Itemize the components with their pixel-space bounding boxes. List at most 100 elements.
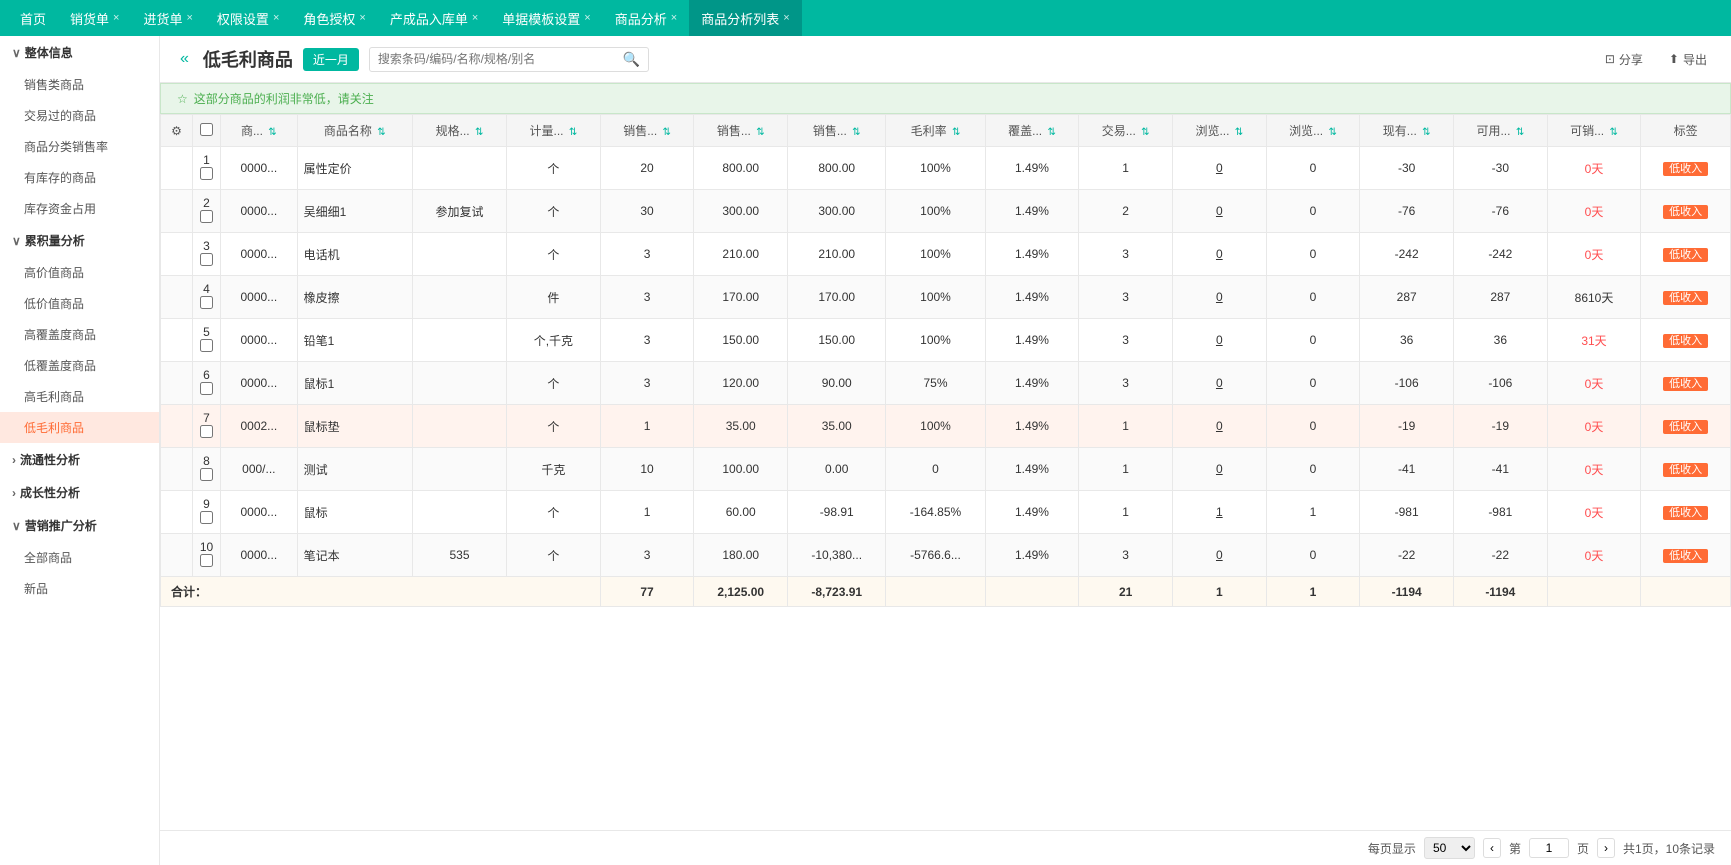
- row-browse1[interactable]: 0: [1172, 448, 1266, 491]
- browse1-link[interactable]: 0: [1216, 462, 1223, 476]
- sidebar-item-high-coverage[interactable]: 高覆盖度商品: [0, 319, 159, 350]
- nav-home[interactable]: 首页: [8, 0, 58, 36]
- sidebar-item-high-value[interactable]: 高价值商品: [0, 257, 159, 288]
- row-checkbox[interactable]: [200, 382, 213, 395]
- row-checkbox[interactable]: [200, 425, 213, 438]
- page-number-input[interactable]: [1529, 838, 1569, 858]
- close-permissions-icon[interactable]: ×: [273, 12, 279, 24]
- col-gross-rate[interactable]: 毛利率 ⇅: [886, 115, 985, 147]
- row-browse1[interactable]: 0: [1172, 190, 1266, 233]
- sidebar-item-high-margin[interactable]: 高毛利商品: [0, 381, 159, 412]
- sidebar-item-low-value[interactable]: 低价值商品: [0, 288, 159, 319]
- browse1-link[interactable]: 0: [1216, 161, 1223, 175]
- col-coverage[interactable]: 覆盖... ⇅: [985, 115, 1079, 147]
- row-transaction: 3: [1079, 276, 1173, 319]
- close-sales-order-icon[interactable]: ×: [113, 12, 119, 24]
- close-template-settings-icon[interactable]: ×: [584, 12, 590, 24]
- nav-finished-goods[interactable]: 产成品入库单 ×: [378, 0, 490, 36]
- row-code: 0000...: [221, 147, 298, 190]
- sidebar-item-category-sales-rate[interactable]: 商品分类销售率: [0, 131, 159, 162]
- nav-permissions[interactable]: 权限设置 ×: [205, 0, 291, 36]
- sidebar-item-new-products[interactable]: 新品: [0, 573, 159, 604]
- col-name[interactable]: 商品名称 ⇅: [297, 115, 412, 147]
- col-saleable[interactable]: 可销... ⇅: [1547, 115, 1641, 147]
- row-available: -242: [1454, 233, 1548, 276]
- sidebar-group-growth[interactable]: › 成长性分析: [0, 476, 159, 509]
- row-browse1[interactable]: 0: [1172, 534, 1266, 577]
- row-checkbox[interactable]: [200, 167, 213, 180]
- nav-product-analysis-list[interactable]: 商品分析列表 ×: [689, 0, 801, 36]
- col-browse1[interactable]: 浏览... ⇅: [1172, 115, 1266, 147]
- collapse-sidebar-button[interactable]: «: [176, 50, 193, 68]
- row-browse1[interactable]: 0: [1172, 147, 1266, 190]
- row-checkbox[interactable]: [200, 339, 213, 352]
- browse1-link[interactable]: 0: [1216, 376, 1223, 390]
- table-wrapper[interactable]: ⚙ 商... ⇅ 商品名称 ⇅ 规格... ⇅ 计量... ⇅ 销售... ⇅ …: [160, 114, 1731, 830]
- row-gross-rate: 100%: [886, 276, 985, 319]
- select-all-checkbox[interactable]: [200, 123, 213, 136]
- share-button[interactable]: ⊡ 分享: [1597, 47, 1651, 72]
- sidebar-item-all-products[interactable]: 全部商品: [0, 542, 159, 573]
- browse1-link[interactable]: 0: [1216, 204, 1223, 218]
- row-checkbox[interactable]: [200, 511, 213, 524]
- nav-purchase-order[interactable]: 进货单 ×: [131, 0, 204, 36]
- row-browse1[interactable]: 0: [1172, 405, 1266, 448]
- nav-sales-order[interactable]: 销货单 ×: [58, 0, 131, 36]
- col-sales-price[interactable]: 销售... ⇅: [694, 115, 788, 147]
- col-code[interactable]: 商... ⇅: [221, 115, 298, 147]
- browse1-link[interactable]: 0: [1216, 247, 1223, 261]
- per-page-select[interactable]: 50 100 200: [1424, 837, 1475, 859]
- row-checkbox[interactable]: [200, 296, 213, 309]
- sidebar-item-capital-usage[interactable]: 库存资金占用: [0, 193, 159, 224]
- main-layout: ∨ 整体信息 销售类商品 交易过的商品 商品分类销售率 有库存的商品 库存资金占…: [0, 36, 1731, 865]
- search-input[interactable]: [378, 52, 623, 66]
- nav-role-auth[interactable]: 角色授权 ×: [291, 0, 377, 36]
- close-purchase-order-icon[interactable]: ×: [186, 12, 192, 24]
- row-checkbox[interactable]: [200, 554, 213, 567]
- row-browse1[interactable]: 0: [1172, 233, 1266, 276]
- sidebar-item-sales-products[interactable]: 销售类商品: [0, 69, 159, 100]
- col-checkbox[interactable]: [193, 115, 221, 147]
- browse1-link[interactable]: 0: [1216, 548, 1223, 562]
- sidebar-item-low-coverage[interactable]: 低覆盖度商品: [0, 350, 159, 381]
- export-button[interactable]: ⬆ 导出: [1661, 47, 1715, 72]
- row-checkbox[interactable]: [200, 253, 213, 266]
- row-checkbox[interactable]: [200, 210, 213, 223]
- row-browse1[interactable]: 0: [1172, 276, 1266, 319]
- browse1-link[interactable]: 0: [1216, 419, 1223, 433]
- row-browse1[interactable]: 0: [1172, 362, 1266, 405]
- col-tag[interactable]: 标签: [1641, 115, 1731, 147]
- close-finished-goods-icon[interactable]: ×: [472, 12, 478, 24]
- sidebar-item-low-margin[interactable]: 低毛利商品: [0, 412, 159, 443]
- col-settings[interactable]: ⚙: [161, 115, 193, 147]
- row-browse1[interactable]: 0: [1172, 319, 1266, 362]
- close-product-analysis-icon[interactable]: ×: [671, 12, 677, 24]
- close-product-analysis-list-icon[interactable]: ×: [783, 12, 789, 24]
- sidebar-item-traded-products[interactable]: 交易过的商品: [0, 100, 159, 131]
- sidebar-group-circulation[interactable]: › 流通性分析: [0, 443, 159, 476]
- col-transaction[interactable]: 交易... ⇅: [1079, 115, 1173, 147]
- col-sales-qty[interactable]: 销售... ⇅: [600, 115, 694, 147]
- sidebar-group-marketing[interactable]: ∨ 营销推广分析: [0, 509, 159, 542]
- search-icon[interactable]: 🔍: [622, 51, 639, 68]
- close-role-auth-icon[interactable]: ×: [359, 12, 365, 24]
- browse1-link[interactable]: 0: [1216, 290, 1223, 304]
- col-available[interactable]: 可用... ⇅: [1454, 115, 1548, 147]
- row-browse1[interactable]: 1: [1172, 491, 1266, 534]
- col-spec[interactable]: 规格... ⇅: [412, 115, 506, 147]
- date-filter-button[interactable]: 近一月: [303, 48, 359, 71]
- col-browse2[interactable]: 浏览... ⇅: [1266, 115, 1360, 147]
- browse1-link[interactable]: 1: [1216, 505, 1223, 519]
- col-sales-profit[interactable]: 销售... ⇅: [788, 115, 886, 147]
- next-page-button[interactable]: ›: [1597, 838, 1615, 858]
- nav-template-settings[interactable]: 单据模板设置 ×: [490, 0, 602, 36]
- sidebar-group-cumulative[interactable]: ∨ 累积量分析: [0, 224, 159, 257]
- nav-product-analysis[interactable]: 商品分析 ×: [603, 0, 689, 36]
- sidebar-group-overall[interactable]: ∨ 整体信息: [0, 36, 159, 69]
- prev-page-button[interactable]: ‹: [1483, 838, 1501, 858]
- sidebar-item-in-stock[interactable]: 有库存的商品: [0, 162, 159, 193]
- browse1-link[interactable]: 0: [1216, 333, 1223, 347]
- row-checkbox[interactable]: [200, 468, 213, 481]
- col-unit[interactable]: 计量... ⇅: [507, 115, 601, 147]
- col-current-stock[interactable]: 现有... ⇅: [1360, 115, 1454, 147]
